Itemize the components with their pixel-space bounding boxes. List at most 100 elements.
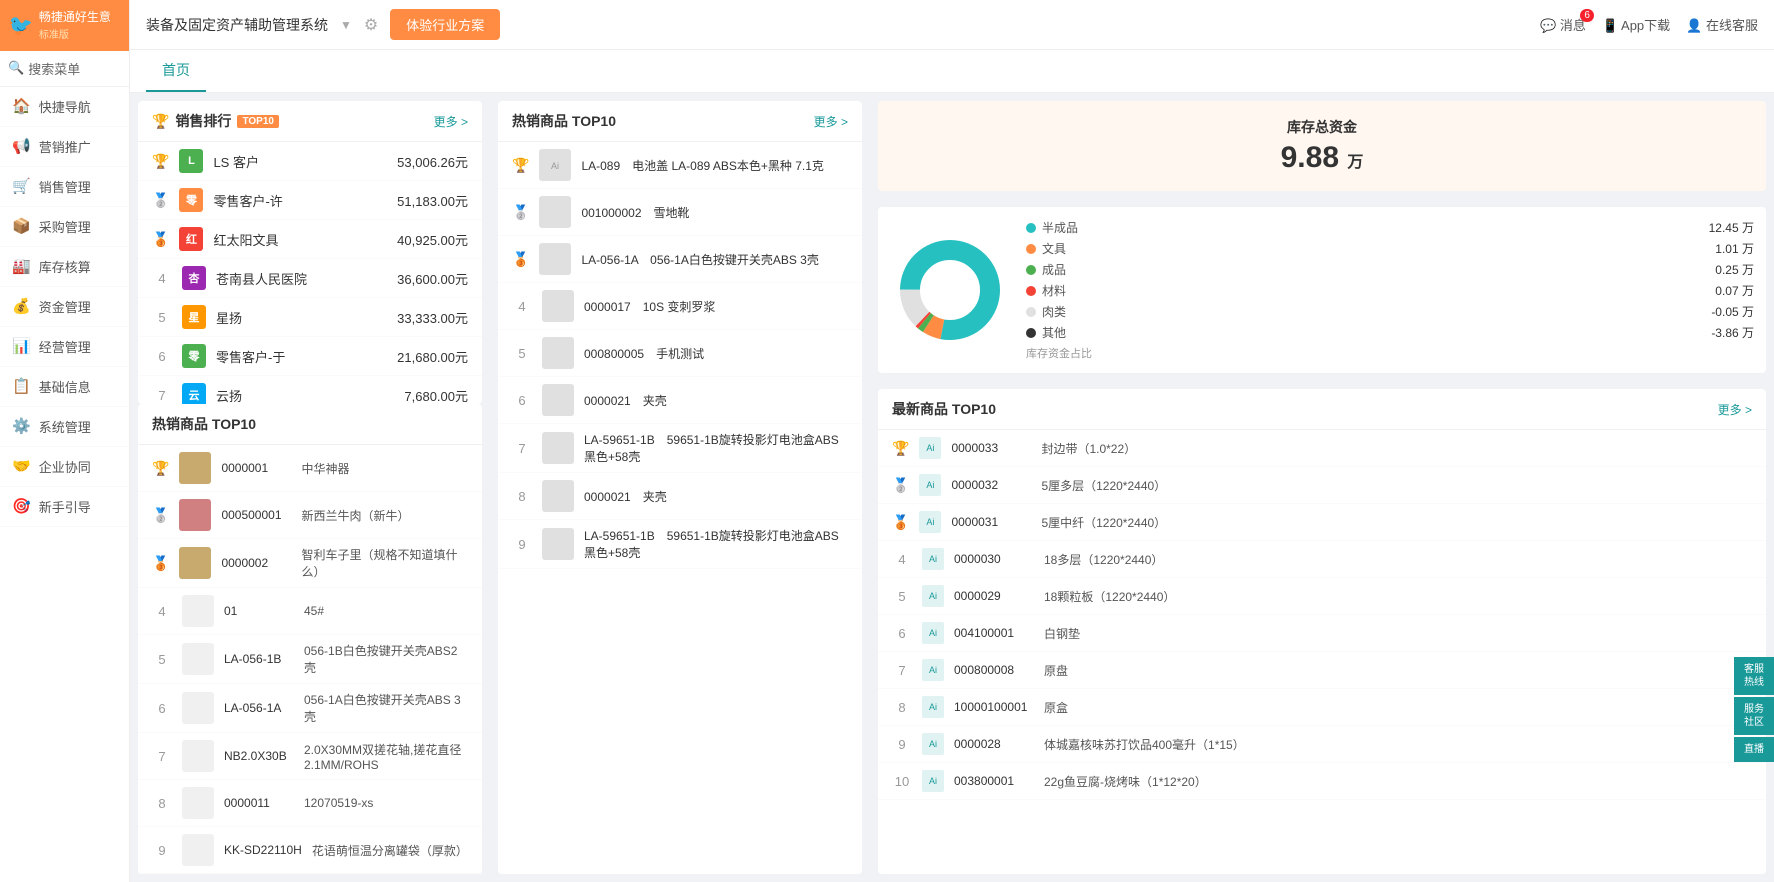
sidebar-item-sales[interactable]: 🛒 销售管理	[0, 167, 129, 207]
sidebar-item-marketing[interactable]: 📢 营销推广	[0, 127, 129, 167]
hot-code-5: LA-056-1B	[224, 652, 294, 666]
inventory-title: 库存总资金	[894, 117, 1750, 137]
sidebar-label-operations: 经营管理	[39, 337, 91, 356]
mid-name-2: 001000002 雪地靴	[581, 204, 848, 221]
sidebar-item-system[interactable]: ⚙️ 系统管理	[0, 407, 129, 447]
hot-item-2: 🥈 000500001 新西兰牛肉（新牛）	[138, 492, 482, 539]
sidebar-item-operations[interactable]: 📊 经营管理	[0, 327, 129, 367]
product-thumb-9	[182, 834, 214, 866]
mid-rank-item-7: 7 LA-59651-1B 59651-1B旋转投影灯电池盒ABS黑色+58壳	[498, 424, 862, 473]
mobile-icon: 📱	[1602, 18, 1618, 33]
product-thumb-4	[182, 595, 214, 627]
latest-item-4: 4 Ai 0000030 18多层（1220*2440）	[878, 541, 1766, 578]
latest-item-5: 5 Ai 0000029 18颗粒板（1220*2440）	[878, 578, 1766, 615]
left-column: 🏆 销售排行 TOP10 更多 > 🏆 L LS 客户 53,006.26元 🥈…	[130, 93, 490, 882]
trial-button[interactable]: 体验行业方案	[390, 9, 500, 40]
hot-item-8: 8 0000011 12070519-xs	[138, 780, 482, 827]
legend-item-1: 半成品 12.45 万	[1026, 219, 1754, 236]
hot-name-6: 056-1A白色按键开关壳ABS 3壳	[304, 691, 468, 725]
sidebar-label-basics: 基础信息	[39, 377, 91, 396]
sidebar-item-home[interactable]: 🏠 快捷导航	[0, 87, 129, 127]
hot-name-9: 花语萌恒温分离罐袋（厚款）	[312, 842, 468, 859]
mid-column: 热销商品 TOP10 更多 > 🏆 Ai LA-089 电池盖 LA-089 A…	[490, 93, 870, 882]
inventory-icon: 🏭	[12, 257, 31, 275]
latest-name-9: 体城嘉核味苏打饮品400毫升（1*15）	[1044, 736, 1752, 753]
latest-more-link[interactable]: 更多 >	[1718, 401, 1752, 418]
latest-code-5: 0000029	[954, 589, 1034, 603]
rank-num-5: 5	[152, 310, 172, 325]
sidebar-search[interactable]: 🔍 搜索菜单	[0, 51, 129, 87]
sidebar-label-cooperation: 企业协同	[39, 457, 91, 476]
latest-name-10: 22g鱼豆腐-烧烤味（1*12*20）	[1044, 773, 1752, 790]
sidebar-item-purchase[interactable]: 📦 采购管理	[0, 207, 129, 247]
sidebar-item-finance[interactable]: 💰 资金管理	[0, 287, 129, 327]
right-column: 库存总资金 9.88 万	[870, 93, 1774, 882]
product-thumb-5	[182, 643, 214, 675]
sidebar-item-guide[interactable]: 🎯 新手引导	[0, 487, 129, 527]
sidebar-item-cooperation[interactable]: 🤝 企业协同	[0, 447, 129, 487]
legend-dot-2	[1026, 244, 1036, 254]
legend-value-1: 12.45 万	[1694, 219, 1754, 236]
sidebar-item-basics[interactable]: 📋 基础信息	[0, 367, 129, 407]
avatar-4: 杏	[182, 266, 206, 290]
latest-code-8: 10000100001	[954, 700, 1034, 714]
message-button[interactable]: 💬 消息 6	[1540, 15, 1586, 34]
latest-name-3: 5厘中纤（1220*2440）	[1041, 514, 1752, 531]
latest-name-4: 18多层（1220*2440）	[1044, 551, 1752, 568]
donut-svg	[890, 230, 1010, 350]
latest-code-4: 0000030	[954, 552, 1034, 566]
cooperation-icon: 🤝	[12, 457, 31, 475]
latest-name-7: 原盘	[1044, 662, 1752, 679]
tab-home[interactable]: 首页	[146, 50, 206, 92]
legend-label-3: 成品	[1042, 261, 1688, 278]
guide-icon: 🎯	[12, 497, 31, 515]
app-download-button[interactable]: 📱 App下载	[1602, 15, 1670, 34]
hot-products-panel: 热销商品 TOP10 🏆 0000001 中华神器 🥈 000500001 新西…	[138, 404, 482, 874]
rank-item: 6 零 零售客户-于 21,680.00元	[138, 337, 482, 376]
chart-legend: 半成品 12.45 万 文具 1.01 万 成品 0.25 万	[1026, 219, 1754, 361]
hot-item-1: 🏆 0000001 中华神器	[138, 445, 482, 492]
legend-value-2: 1.01 万	[1694, 240, 1754, 257]
sidebar-label-guide: 新手引导	[39, 497, 91, 516]
mid-thumb-7	[542, 432, 574, 464]
hot-products-header: 热销商品 TOP10	[138, 404, 482, 445]
customer-value-5: 33,333.00元	[397, 308, 468, 327]
latest-medal-3: 🥉	[892, 514, 909, 531]
mid-rank-item-1: 🏆 Ai LA-089 电池盖 LA-089 ABS本色+黑种 7.1克	[498, 142, 862, 189]
hot-item-3: 🥉 0000002 智利车子里（规格不知道填什么）	[138, 539, 482, 588]
float-live[interactable]: 直播	[1734, 737, 1774, 762]
mid-rank-7: 7	[512, 441, 532, 456]
float-community[interactable]: 服务社区	[1734, 697, 1774, 735]
avatar-5: 星	[182, 305, 206, 329]
settings-icon[interactable]: ⚙	[364, 15, 378, 35]
hot-code-8: 0000011	[224, 796, 294, 810]
mid-name-1: LA-089 电池盖 LA-089 ABS本色+黑种 7.1克	[581, 157, 848, 174]
mid-rank-4: 4	[512, 299, 532, 314]
latest-img-5: Ai	[922, 585, 944, 607]
mid-thumb-8	[542, 480, 574, 512]
legend-value-6: -3.86 万	[1694, 324, 1754, 341]
mid-more-link[interactable]: 更多 >	[814, 113, 848, 130]
customer-name-1: LS 客户	[213, 152, 387, 171]
mid-medal-2: 🥈	[512, 204, 529, 221]
mid-rank-item-3: 🥉 LA-056-1A 056-1A白色按键开关壳ABS 3壳	[498, 236, 862, 283]
mid-hot-title: 热销商品 TOP10	[512, 111, 616, 131]
latest-code-2: 0000032	[951, 478, 1031, 492]
mid-rank-item-6: 6 0000021 夹壳	[498, 377, 862, 424]
hot-code-2: 000500001	[221, 508, 291, 522]
mid-rank-item-2: 🥈 001000002 雪地靴	[498, 189, 862, 236]
legend-item-5: 肉类 -0.05 万	[1026, 303, 1754, 320]
avatar-3: 红	[179, 227, 203, 251]
more-link[interactable]: 更多 >	[434, 113, 468, 130]
online-service-button[interactable]: 👤 在线客服	[1686, 15, 1758, 34]
latest-header: 最新商品 TOP10 更多 >	[878, 389, 1766, 430]
latest-products-panel: 最新商品 TOP10 更多 > 🏆 Ai 0000033 封边带（1.0*22）…	[878, 389, 1766, 874]
medal-3: 🥉	[152, 231, 169, 248]
avatar-7: 云	[182, 383, 206, 404]
mid-thumb-2	[539, 196, 571, 228]
dropdown-arrow[interactable]: ▼	[340, 18, 352, 32]
sidebar-item-inventory[interactable]: 🏭 库存核算	[0, 247, 129, 287]
float-customer-service[interactable]: 客服热线	[1734, 657, 1774, 695]
hot-rank-8: 8	[152, 796, 172, 811]
latest-rank-10: 10	[892, 774, 912, 789]
